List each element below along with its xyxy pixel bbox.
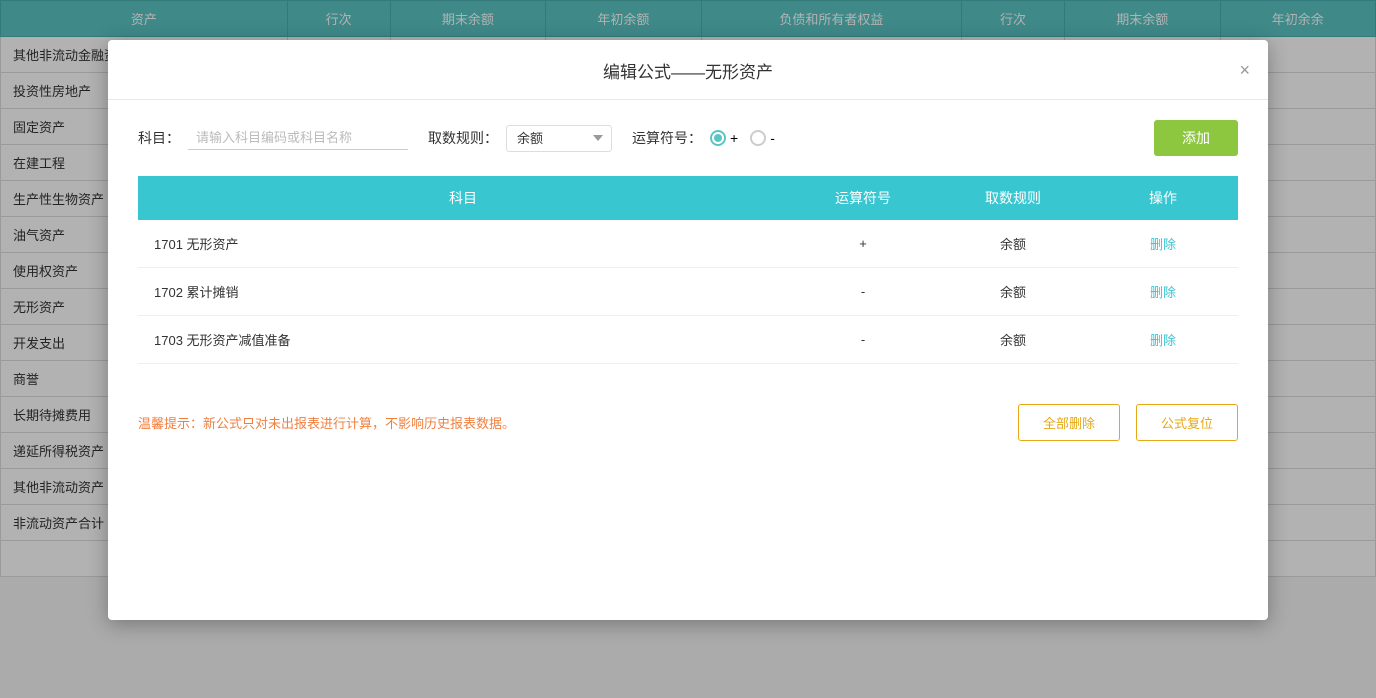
subject-input[interactable] xyxy=(188,126,408,150)
rule-select-wrap: 余额 借方发生额 贷方发生额 借方累计 贷方累计 xyxy=(506,125,612,152)
operator-plus-radio[interactable]: + xyxy=(710,130,738,146)
tip-text: 温馨提示：新公式只对未出报表进行计算，不影响历史报表数据。 xyxy=(138,413,515,432)
modal-header: 编辑公式——无形资产 × xyxy=(108,40,1268,100)
table-row: 1703 无形资产减值准备-余额 删除 xyxy=(138,316,1238,364)
rule-label: 取数规则： xyxy=(428,128,498,148)
rule-select[interactable]: 余额 借方发生额 贷方发生额 借方累计 贷方累计 xyxy=(506,125,612,152)
delete-link[interactable]: 删除 xyxy=(1150,237,1176,252)
delete-all-button[interactable]: 全部删除 xyxy=(1018,404,1120,441)
formula-table-container: 科目 运算符号 取数规则 操作 1701 无形资产+余额删除1702 累计摊销-… xyxy=(108,176,1268,364)
operator-group: 运算符号： + - xyxy=(632,128,775,148)
formula-rule: 余额 xyxy=(938,268,1088,316)
operator-radio-group: + - xyxy=(710,130,775,146)
subject-group: 科目： xyxy=(138,126,408,150)
background-container: 资产 行次 期末余额 年初余额 负债和所有者权益 行次 期末余额 年初余余 其他… xyxy=(0,0,1376,698)
modal-dialog: 编辑公式——无形资产 × 科目： 取数规则： 余额 借方发生额 贷方发生额 xyxy=(108,40,1268,620)
table-row: 1701 无形资产+余额 删除 xyxy=(138,220,1238,268)
formula-operator: - xyxy=(788,268,938,316)
modal-footer: 温馨提示：新公式只对未出报表进行计算，不影响历史报表数据。 全部删除 公式复位 xyxy=(108,384,1268,461)
th-rule: 取数规则 xyxy=(938,176,1088,220)
modal-overlay: 编辑公式——无形资产 × 科目： 取数规则： 余额 借方发生额 贷方发生额 xyxy=(0,0,1376,698)
rule-group: 取数规则： 余额 借方发生额 贷方发生额 借方累计 贷方累计 xyxy=(428,125,612,152)
th-subject: 科目 xyxy=(138,176,788,220)
close-button[interactable]: × xyxy=(1239,61,1250,79)
formula-table: 科目 运算符号 取数规则 操作 1701 无形资产+余额删除1702 累计摊销-… xyxy=(138,176,1238,364)
operator-minus-label: - xyxy=(770,130,775,146)
reset-formula-button[interactable]: 公式复位 xyxy=(1136,404,1238,441)
operator-label: 运算符号： xyxy=(632,128,702,148)
formula-operator: - xyxy=(788,316,938,364)
th-action: 操作 xyxy=(1088,176,1238,220)
modal-title: 编辑公式——无形资产 xyxy=(603,63,773,82)
formula-subject: 1703 无形资产减值准备 xyxy=(138,316,788,364)
formula-subject: 1701 无形资产 xyxy=(138,220,788,268)
formula-action: 删除 xyxy=(1088,220,1238,268)
subject-label: 科目： xyxy=(138,128,180,148)
formula-action: 删除 xyxy=(1088,268,1238,316)
delete-link[interactable]: 删除 xyxy=(1150,333,1176,348)
formula-rule: 余额 xyxy=(938,316,1088,364)
th-operator: 运算符号 xyxy=(788,176,938,220)
delete-link[interactable]: 删除 xyxy=(1150,285,1176,300)
radio-plus-indicator xyxy=(710,130,726,146)
formula-action: 删除 xyxy=(1088,316,1238,364)
table-row: 1702 累计摊销-余额 删除 xyxy=(138,268,1238,316)
formula-subject: 1702 累计摊销 xyxy=(138,268,788,316)
footer-buttons: 全部删除 公式复位 xyxy=(1018,404,1238,441)
formula-form: 科目： 取数规则： 余额 借方发生额 贷方发生额 借方累计 贷方累计 xyxy=(108,100,1268,176)
add-button[interactable]: 添加 xyxy=(1154,120,1238,156)
formula-operator: + xyxy=(788,220,938,268)
radio-minus-indicator xyxy=(750,130,766,146)
operator-minus-radio[interactable]: - xyxy=(750,130,775,146)
operator-plus-label: + xyxy=(730,130,738,146)
formula-rule: 余额 xyxy=(938,220,1088,268)
